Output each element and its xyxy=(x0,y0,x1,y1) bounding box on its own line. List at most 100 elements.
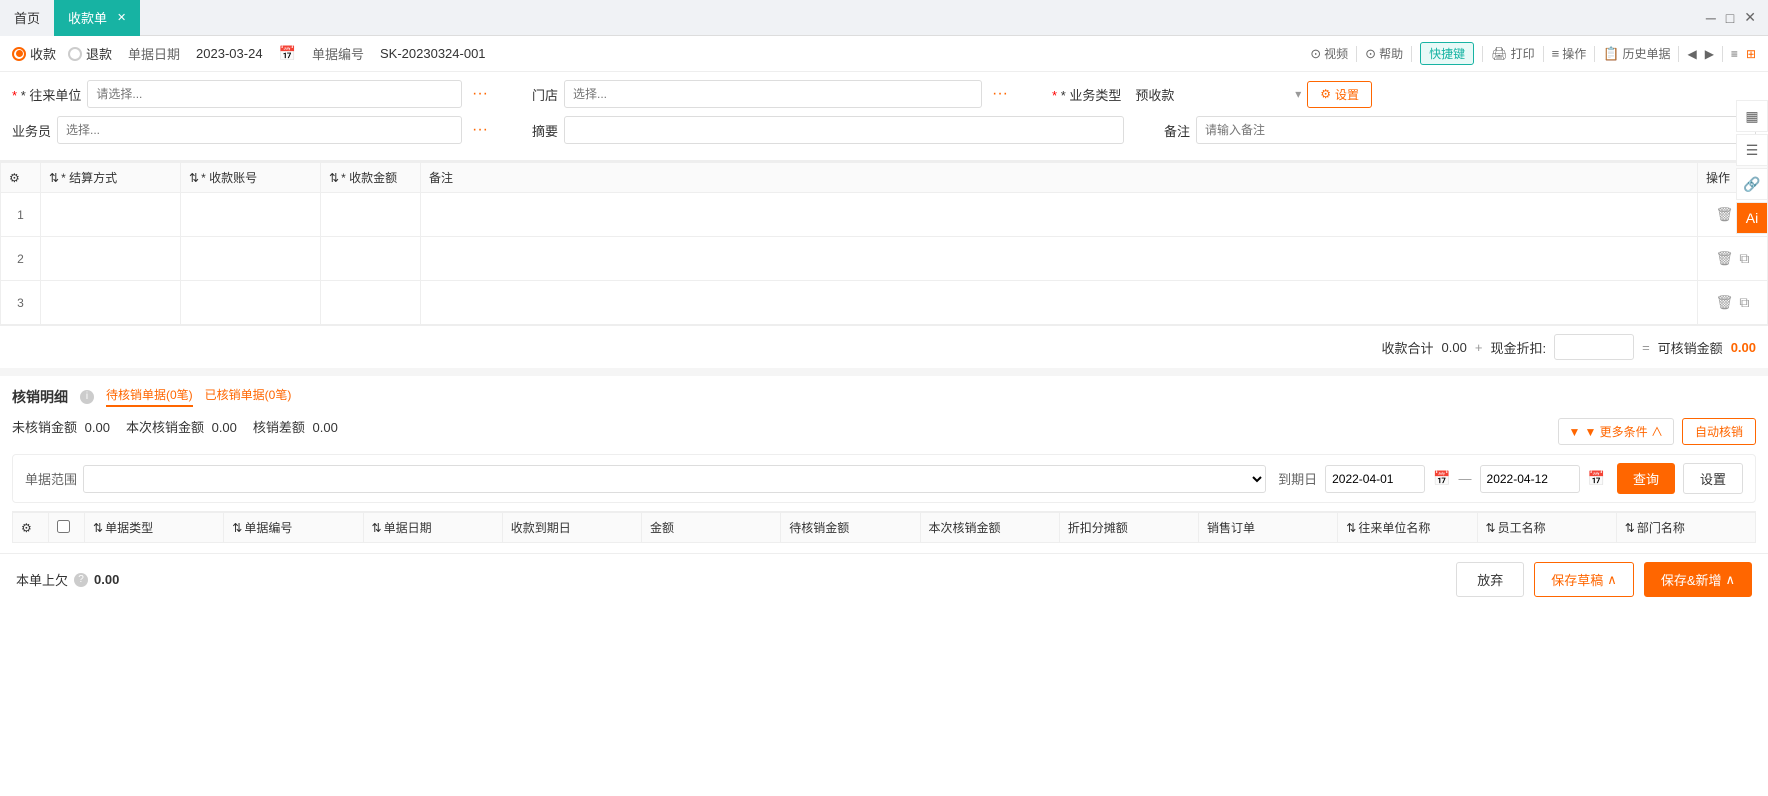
delete-icon-2[interactable]: 🗑 xyxy=(1716,250,1734,267)
save-new-arrow-icon[interactable]: ∧ xyxy=(1725,572,1735,588)
delete-icon-3[interactable]: 🗑 xyxy=(1716,294,1734,311)
save-draft-arrow-icon[interactable]: ∧ xyxy=(1607,572,1617,588)
footer-info-icon[interactable]: ? xyxy=(74,573,88,587)
nav-right-btn[interactable]: ▶ xyxy=(1705,47,1714,61)
verify-info-icon[interactable]: i xyxy=(80,390,94,404)
keyboard-btn[interactable]: 快捷键 xyxy=(1420,42,1474,65)
print-label: 打印 xyxy=(1511,45,1535,62)
current-verify-stat: 本次核销金额 0.00 xyxy=(126,417,237,436)
col-settle-header: ⇅* 结算方式 xyxy=(41,163,181,193)
settle-cell-3[interactable] xyxy=(41,281,181,325)
sales-input[interactable] xyxy=(57,116,462,144)
verify-stats: 未核销金额 0.00 本次核销金额 0.00 核销差额 0.00 xyxy=(12,417,338,436)
op-cell-2: 🗑 ⧉ xyxy=(1698,237,1768,281)
amount-cell-1[interactable] xyxy=(321,193,421,237)
total-value: 0.00 xyxy=(1442,340,1467,355)
filter-setting-btn[interactable]: 设置 xyxy=(1683,463,1743,494)
bt-col-gear[interactable]: ⚙ xyxy=(13,513,49,543)
tab-home[interactable]: 首页 xyxy=(0,0,54,36)
row-num-2: 2 xyxy=(1,237,41,281)
layout-btn[interactable]: ⊞ xyxy=(1746,47,1756,61)
settle-cell-1[interactable] xyxy=(41,193,181,237)
tab-receipt[interactable]: 收款单 ✕ xyxy=(54,0,140,36)
copy-icon-2[interactable]: ⧉ xyxy=(1739,250,1749,267)
sales-more-icon[interactable]: ··· xyxy=(468,121,492,139)
auto-verify-btn[interactable]: 自动核销 xyxy=(1682,418,1756,445)
close-button[interactable]: ✕ xyxy=(1744,9,1756,26)
remark-cell-1[interactable] xyxy=(421,193,1698,237)
menu-btn[interactable]: ≡ xyxy=(1731,47,1738,61)
sort-counterpart-icon[interactable]: ⇅ xyxy=(1346,521,1356,535)
tab-done[interactable]: 已核销单据(0笔) xyxy=(205,386,292,407)
copy-icon-3[interactable]: ⧉ xyxy=(1739,294,1749,311)
query-btn[interactable]: 查询 xyxy=(1617,463,1675,494)
video-btn[interactable]: ⊙视频 xyxy=(1310,45,1348,62)
sort-amount-icon[interactable]: ⇅ xyxy=(329,171,339,185)
setting-button[interactable]: ⚙ 设置 xyxy=(1307,81,1372,108)
date-to-input[interactable] xyxy=(1480,465,1580,493)
help-btn[interactable]: ⊙帮助 xyxy=(1365,45,1403,62)
account-cell-3[interactable] xyxy=(181,281,321,325)
date-icon[interactable]: 📅 xyxy=(279,45,296,62)
col-gear-header[interactable]: ⚙ xyxy=(1,163,41,193)
side-ai-icon[interactable]: Ai xyxy=(1736,202,1768,234)
tab-pending[interactable]: 待核销单据(0笔) xyxy=(106,386,193,407)
summary-input[interactable] xyxy=(564,116,1124,144)
gear-settings-icon[interactable]: ⚙ xyxy=(9,171,20,185)
side-table-icon[interactable]: ▦ xyxy=(1736,100,1768,132)
table-row: 1 🗑 ⧉ xyxy=(1,193,1768,237)
counterpart-more-icon[interactable]: ··· xyxy=(468,85,492,103)
select-all-checkbox[interactable] xyxy=(57,520,70,533)
gear-icon: ⚙ xyxy=(1320,87,1331,101)
date-from-input[interactable] xyxy=(1325,465,1425,493)
bt-col-check[interactable] xyxy=(49,513,85,543)
remark-cell-2[interactable] xyxy=(421,237,1698,281)
op-cell-3: 🗑 ⧉ xyxy=(1698,281,1768,325)
side-list-icon[interactable]: ☰ xyxy=(1736,134,1768,166)
remark-cell-3[interactable] xyxy=(421,281,1698,325)
radio-receipt[interactable]: 收款 xyxy=(12,44,56,63)
store-more-icon[interactable]: ··· xyxy=(988,85,1012,103)
operation-btn[interactable]: ≡操作 xyxy=(1552,45,1587,62)
cal-to-icon[interactable]: 📅 xyxy=(1588,470,1605,487)
toolbar-right: ⊙视频 ⊙帮助 快捷键 🖨打印 ≡操作 📋历史单据 ◀ ▶ ≡ ⊞ xyxy=(1310,42,1756,65)
tab-close-icon[interactable]: ✕ xyxy=(117,11,126,24)
help-label: 帮助 xyxy=(1379,45,1403,62)
delete-icon-1[interactable]: 🗑 xyxy=(1716,206,1734,223)
amount-cell-3[interactable] xyxy=(321,281,421,325)
sort-dept-icon[interactable]: ⇅ xyxy=(1625,521,1635,535)
range-select[interactable] xyxy=(83,465,1266,493)
settle-cell-2[interactable] xyxy=(41,237,181,281)
history-btn[interactable]: 📋历史单据 xyxy=(1603,45,1670,62)
number-label: 单据编号 xyxy=(312,44,364,63)
sort-doc-date-icon[interactable]: ⇅ xyxy=(372,521,382,535)
save-draft-button[interactable]: 保存草稿 ∧ xyxy=(1534,562,1634,597)
biz-type-dropdown-icon[interactable]: ▾ xyxy=(1295,87,1301,101)
store-input[interactable] xyxy=(564,80,982,108)
sort-doc-num-icon[interactable]: ⇅ xyxy=(232,521,242,535)
print-btn[interactable]: 🖨打印 xyxy=(1491,45,1535,62)
divider2 xyxy=(1411,46,1412,62)
more-filter-btn[interactable]: ▼ ▼ 更多条件 ∧ xyxy=(1558,418,1674,445)
minimize-button[interactable]: ─ xyxy=(1706,10,1716,26)
save-new-button[interactable]: 保存&新增 ∧ xyxy=(1644,562,1752,597)
cal-from-icon[interactable]: 📅 xyxy=(1433,470,1450,487)
side-link-icon[interactable]: 🔗 xyxy=(1736,168,1768,200)
sort-account-icon[interactable]: ⇅ xyxy=(189,171,199,185)
amount-cell-2[interactable] xyxy=(321,237,421,281)
discount-input[interactable] xyxy=(1554,334,1634,360)
bt-col-discount: 折扣分摊额 xyxy=(1059,513,1198,543)
maximize-button[interactable]: □ xyxy=(1726,10,1734,26)
remark-input[interactable] xyxy=(1196,116,1756,144)
nav-left-btn[interactable]: ◀ xyxy=(1687,47,1696,61)
sort-staff-icon[interactable]: ⇅ xyxy=(1486,521,1496,535)
radio-refund[interactable]: 退款 xyxy=(68,44,112,63)
counterpart-input[interactable] xyxy=(87,80,462,108)
account-cell-2[interactable] xyxy=(181,237,321,281)
print-icon: 🖨 xyxy=(1491,46,1508,62)
sort-doc-type-icon[interactable]: ⇅ xyxy=(93,521,103,535)
abandon-button[interactable]: 放弃 xyxy=(1456,562,1524,597)
sort-settle-icon[interactable]: ⇅ xyxy=(49,171,59,185)
discount-label: 现金折扣: xyxy=(1490,338,1546,357)
account-cell-1[interactable] xyxy=(181,193,321,237)
